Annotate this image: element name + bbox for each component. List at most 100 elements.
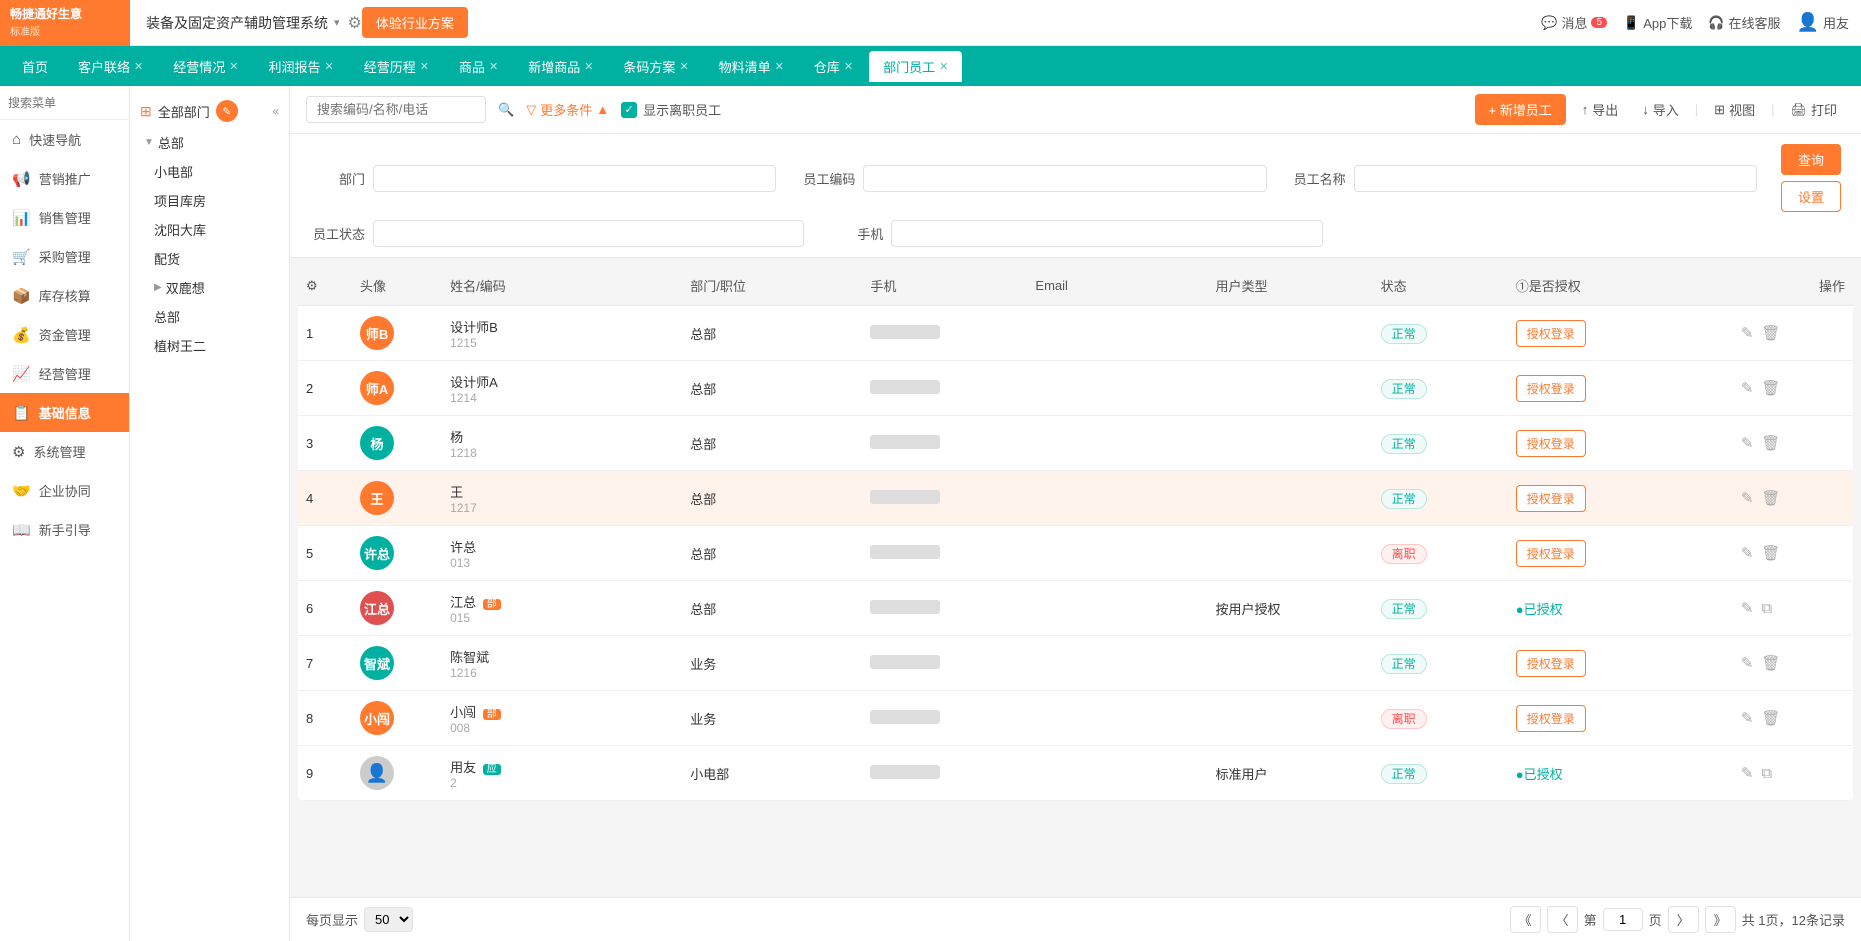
edit-icon[interactable]: ✎ [1741, 489, 1754, 507]
search-input[interactable] [306, 96, 486, 123]
phone-input[interactable] [891, 220, 1322, 247]
tab-profit[interactable]: 利润报告✕ [254, 51, 347, 82]
auth-button[interactable]: 授权登录 [1516, 430, 1586, 457]
tab-new-product[interactable]: 新增商品✕ [514, 51, 607, 82]
edit-icon[interactable]: ✎ [1741, 544, 1754, 562]
show-resigned-toggle[interactable]: ✓ 显示离职员工 [621, 100, 721, 119]
sidebar-item-guide[interactable]: 📖 新手引导 [0, 510, 129, 549]
emp-code-input[interactable] [863, 165, 1266, 192]
page-number-input[interactable] [1603, 908, 1643, 931]
app-download-btn[interactable]: 📱 App下载 [1623, 13, 1692, 32]
edit-icon[interactable]: ✎ [1741, 599, 1754, 617]
tab-close-icon[interactable]: ✕ [844, 60, 853, 73]
tab-close-icon[interactable]: ✕ [420, 60, 429, 73]
auth-button[interactable]: 授权登录 [1516, 705, 1586, 732]
dept-select[interactable] [373, 165, 776, 192]
tab-close-icon[interactable]: ✕ [775, 60, 784, 73]
tab-department[interactable]: 部门员工✕ [869, 51, 962, 82]
next-page-btn[interactable]: 〉 [1668, 906, 1699, 933]
sidebar-item-marketing[interactable]: 📢 营销推广 [0, 159, 129, 198]
print-btn[interactable]: 🖨 打印 [1782, 95, 1845, 124]
last-page-btn[interactable]: 》 [1705, 906, 1736, 933]
sidebar-item-system[interactable]: ⚙ 系统管理 [0, 432, 129, 471]
delete-icon[interactable]: 🗑 [1761, 324, 1780, 342]
edit-icon[interactable]: ✎ [1741, 324, 1754, 342]
sidebar-item-sales[interactable]: 📊 销售管理 [0, 198, 129, 237]
reset-button[interactable]: 设置 [1781, 181, 1841, 212]
view-btn[interactable]: ⊞ 视图 [1706, 95, 1763, 124]
delete-icon[interactable]: 🗑 [1761, 489, 1780, 507]
query-button[interactable]: 查询 [1781, 144, 1841, 175]
edit-icon[interactable]: ✎ [1741, 434, 1754, 452]
tab-close-icon[interactable]: ✕ [584, 60, 593, 73]
dept-node-shuanglu[interactable]: ▶ 双鹿想 [130, 273, 289, 302]
tab-close-icon[interactable]: ✕ [939, 60, 948, 73]
import-btn[interactable]: ↓ 导入 [1634, 95, 1687, 124]
dept-collapse-btn[interactable]: « [272, 104, 279, 118]
copy-icon[interactable]: ⧉ [1761, 765, 1772, 782]
tab-close-icon[interactable]: ✕ [134, 60, 143, 73]
dept-node-smallelec[interactable]: 小电部 [130, 157, 289, 186]
export-btn[interactable]: ↑ 导出 [1574, 95, 1627, 124]
sidebar-search-input[interactable] [8, 96, 130, 110]
system-title-dropdown[interactable]: ▾ [334, 16, 340, 29]
dept-node-distribution[interactable]: 配货 [130, 244, 289, 273]
first-page-btn[interactable]: 《 [1510, 906, 1541, 933]
col-name[interactable]: 姓名/编码 [442, 266, 682, 306]
dept-node-shenyang[interactable]: 沈阳大库 [130, 215, 289, 244]
dept-edit-btn[interactable]: ✎ [216, 100, 238, 122]
auth-button[interactable]: 授权登录 [1516, 540, 1586, 567]
trial-button[interactable]: 体验行业方案 [362, 7, 468, 38]
col-settings[interactable]: ⚙ [298, 266, 352, 306]
auth-button[interactable]: 授权登录 [1516, 375, 1586, 402]
settings-icon[interactable]: ⚙ [348, 13, 362, 33]
edit-icon[interactable]: ✎ [1741, 709, 1754, 727]
sidebar-item-cooperation[interactable]: 🤝 企业协同 [0, 471, 129, 510]
dept-node-zongbu[interactable]: 总部 [130, 302, 289, 331]
auth-button[interactable]: 授权登录 [1516, 485, 1586, 512]
auth-button[interactable]: 授权登录 [1516, 320, 1586, 347]
add-employee-button[interactable]: + 新增员工 [1475, 94, 1566, 125]
sidebar-item-purchase[interactable]: 🛒 采购管理 [0, 237, 129, 276]
sidebar-item-finance[interactable]: 💰 资金管理 [0, 315, 129, 354]
tab-close-icon[interactable]: ✕ [679, 60, 688, 73]
sidebar-search[interactable]: 🔍 [0, 86, 129, 120]
copy-icon[interactable]: ⧉ [1761, 600, 1772, 617]
dept-node-main[interactable]: ▼ 总部 [130, 128, 289, 157]
message-btn[interactable]: 💬 消息 5 [1541, 13, 1607, 32]
user-avatar[interactable]: 👤 用友 [1797, 12, 1849, 33]
prev-page-btn[interactable]: 〈 [1547, 906, 1578, 933]
tab-close-icon[interactable]: ✕ [489, 60, 498, 73]
tab-customer[interactable]: 客户联络✕ [64, 51, 157, 82]
tab-close-icon[interactable]: ✕ [229, 60, 238, 73]
more-filter-btn[interactable]: ▽ 更多条件 ▲ [526, 100, 609, 119]
sidebar-item-inventory[interactable]: 📦 库存核算 [0, 276, 129, 315]
delete-icon[interactable]: 🗑 [1761, 544, 1780, 562]
delete-icon[interactable]: 🗑 [1761, 654, 1780, 672]
tab-operation[interactable]: 经营情况✕ [159, 51, 252, 82]
tab-barcode[interactable]: 条码方案✕ [609, 51, 702, 82]
online-service-btn[interactable]: 🎧 在线客服 [1708, 13, 1780, 32]
edit-icon[interactable]: ✎ [1741, 654, 1754, 672]
sidebar-item-management[interactable]: 📈 经营管理 [0, 354, 129, 393]
tab-bom[interactable]: 物料清单✕ [705, 51, 798, 82]
sidebar-item-basic[interactable]: 📋 基础信息 [0, 393, 129, 432]
sidebar-item-navigate[interactable]: ⌂ 快速导航 [0, 120, 129, 159]
emp-name-input[interactable] [1354, 165, 1757, 192]
tab-close-icon[interactable]: ✕ [325, 60, 334, 73]
tab-warehouse[interactable]: 仓库✕ [800, 51, 867, 82]
tab-history[interactable]: 经营历程✕ [350, 51, 443, 82]
auth-button[interactable]: 授权登录 [1516, 650, 1586, 677]
tab-product[interactable]: 商品✕ [445, 51, 512, 82]
page-size-select[interactable]: 50 [364, 907, 413, 932]
col-dept[interactable]: 部门/职位 [682, 266, 862, 306]
edit-icon[interactable]: ✎ [1741, 379, 1754, 397]
edit-icon[interactable]: ✎ [1741, 764, 1754, 782]
filter-search-icon[interactable]: 🔍 [498, 102, 514, 118]
emp-status-select[interactable] [373, 220, 804, 247]
tab-home[interactable]: 首页 [8, 51, 62, 82]
delete-icon[interactable]: 🗑 [1761, 434, 1780, 452]
delete-icon[interactable]: 🗑 [1761, 709, 1780, 727]
delete-icon[interactable]: 🗑 [1761, 379, 1780, 397]
dept-node-plantking[interactable]: 植树王二 [130, 331, 289, 360]
